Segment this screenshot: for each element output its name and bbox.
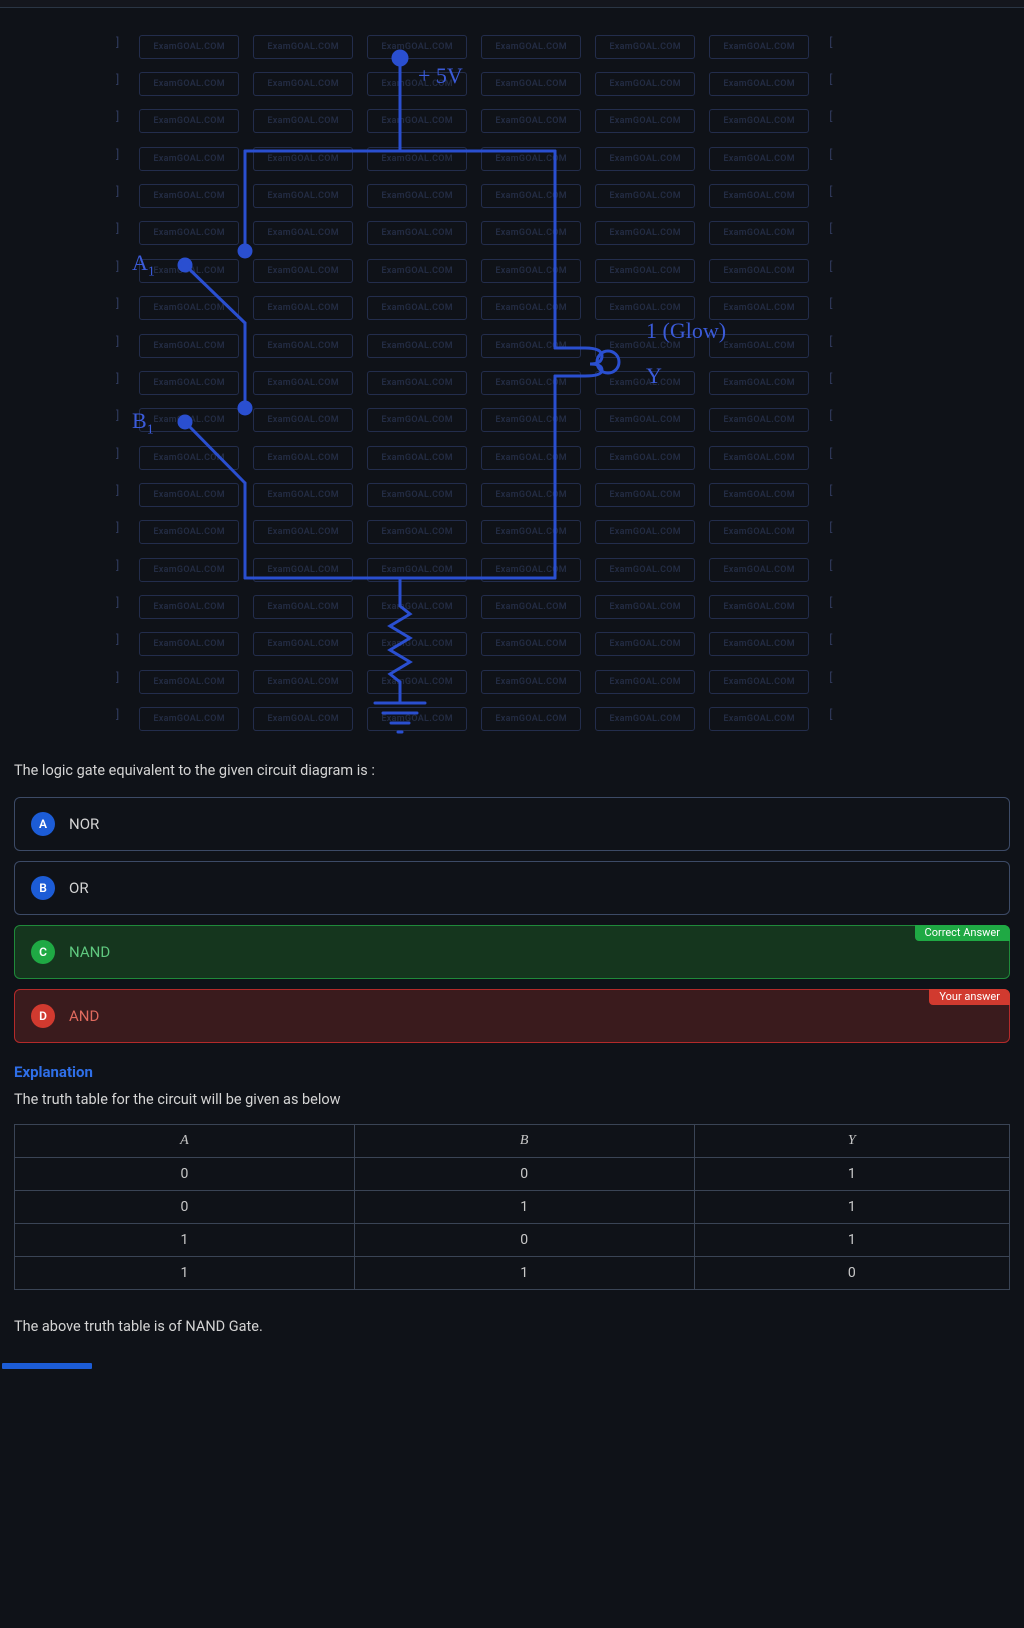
table-cell: 0 <box>15 1191 355 1224</box>
table-row: 110 <box>15 1257 1010 1290</box>
option-d[interactable]: D AND Your answer <box>14 989 1010 1043</box>
option-label: NOR <box>69 815 99 833</box>
table-cell: 0 <box>354 1224 694 1257</box>
table-cell: 1 <box>694 1191 1009 1224</box>
switch-a-label: A1 <box>132 250 155 280</box>
option-label: NAND <box>69 943 110 961</box>
table-cell: 0 <box>694 1257 1009 1290</box>
table-cell: 1 <box>354 1257 694 1290</box>
table-cell: 1 <box>15 1257 355 1290</box>
table-row: 001 <box>15 1158 1010 1191</box>
truth-table: ABY001011101110 <box>14 1124 1010 1290</box>
table-cell: 0 <box>15 1158 355 1191</box>
option-letter: D <box>31 1004 55 1028</box>
table-cell: 0 <box>354 1158 694 1191</box>
voltage-label: + 5V <box>418 63 463 89</box>
circuit-diagram: ]ExamGOAL.COMExamGOAL.COMExamGOAL.COMExa… <box>10 8 870 748</box>
option-a[interactable]: A NOR <box>14 797 1010 851</box>
table-cell: 1 <box>354 1191 694 1224</box>
table-cell: 1 <box>15 1224 355 1257</box>
table-row: 011 <box>15 1191 1010 1224</box>
output-y-label: Y <box>646 363 662 389</box>
output-glow-label: 1 (Glow) <box>646 318 726 344</box>
table-row: 101 <box>15 1224 1010 1257</box>
option-label: OR <box>69 879 89 897</box>
option-letter: A <box>31 812 55 836</box>
option-c[interactable]: C NAND Correct Answer <box>14 925 1010 979</box>
explanation-heading: Explanation <box>0 1063 1024 1081</box>
option-letter: B <box>31 876 55 900</box>
bottom-accent-bar <box>2 1363 92 1369</box>
question-text: The logic gate equivalent to the given c… <box>0 762 1024 779</box>
explanation-conclusion: The above truth table is of NAND Gate. <box>0 1318 1024 1335</box>
table-header: B <box>354 1125 694 1158</box>
table-header: A <box>15 1125 355 1158</box>
top-tab-bar <box>0 0 1024 8</box>
option-label: AND <box>69 1007 99 1025</box>
table-cell: 1 <box>694 1224 1009 1257</box>
circuit-svg <box>10 8 870 748</box>
switch-b-label: B1 <box>132 408 154 438</box>
correct-answer-badge: Correct Answer <box>915 925 1010 941</box>
table-header: Y <box>694 1125 1009 1158</box>
your-answer-badge: Your answer <box>929 989 1010 1005</box>
table-cell: 1 <box>694 1158 1009 1191</box>
option-b[interactable]: B OR <box>14 861 1010 915</box>
option-letter: C <box>31 940 55 964</box>
options-list: A NOR B OR C NAND Correct Answer D AND Your answe… <box>0 797 1024 1043</box>
explanation-intro: The truth table for the circuit will be … <box>0 1091 1024 1108</box>
